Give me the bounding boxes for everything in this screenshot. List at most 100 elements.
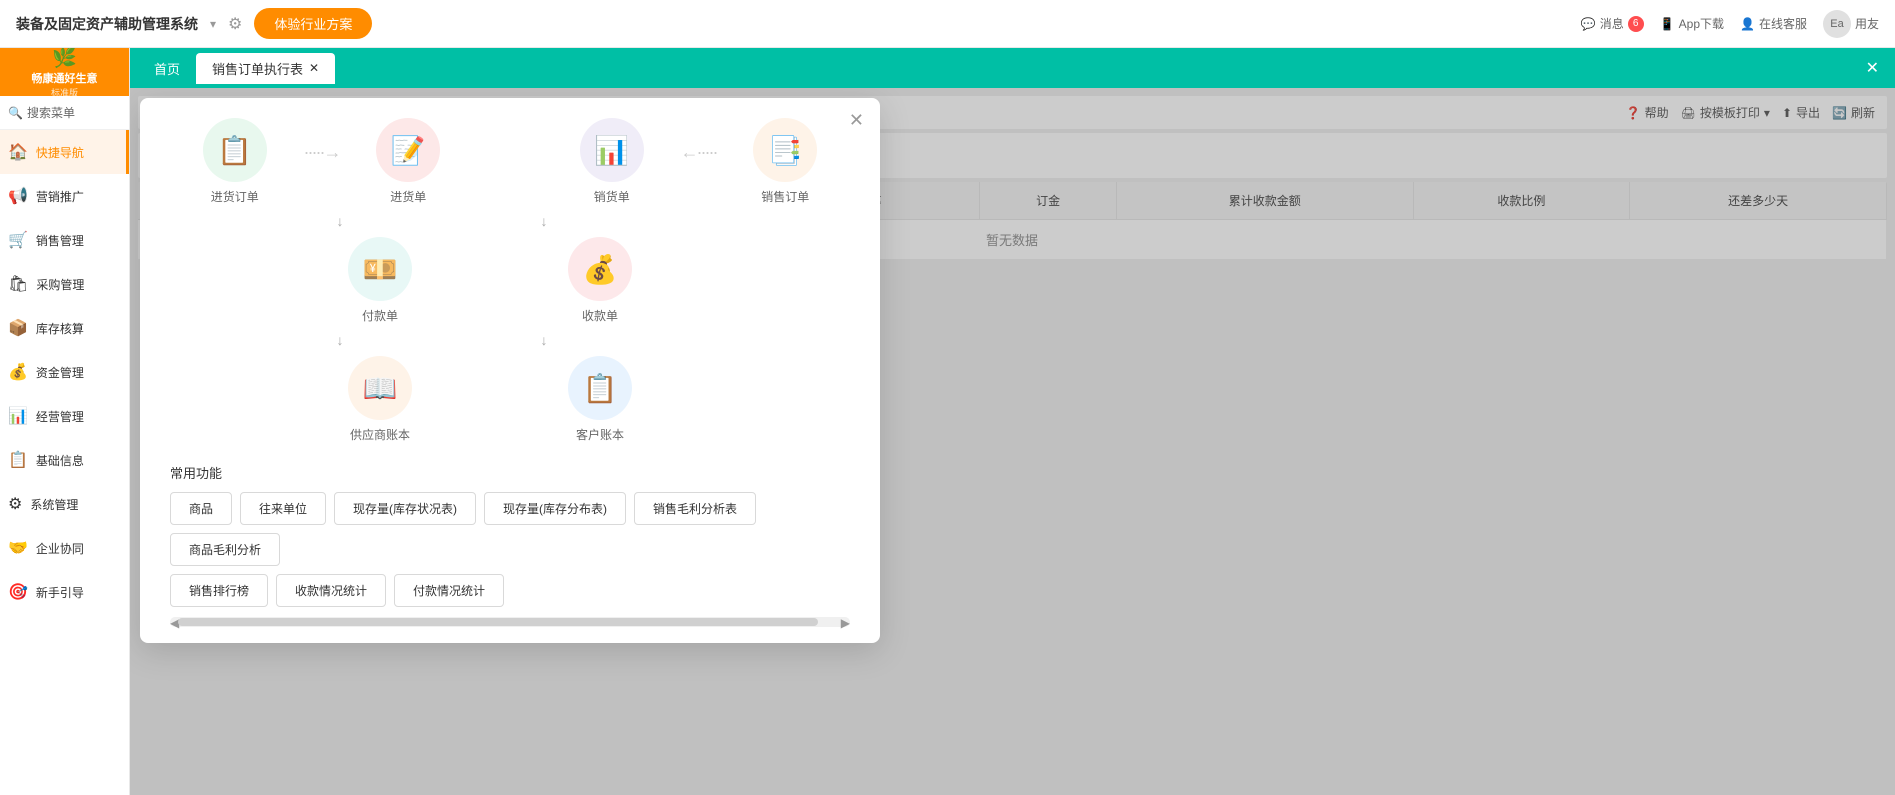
sidebar-item-purchase[interactable]: 🛍 采购管理: [0, 262, 129, 306]
flow-item-customer-ledger[interactable]: 📋 客户账本: [530, 356, 670, 443]
flow-item-sales-bill[interactable]: 📊 销货单: [547, 118, 677, 205]
scroll-right-btn[interactable]: ▶: [841, 616, 850, 630]
top-bar-right: 💬 消息 6 📱 App下载 👤 在线客服 Ea 用友: [1581, 10, 1879, 38]
common-functions: 常用功能 商品 往来单位 现存量(库存状况表) 现存量(库存分布表) 销售毛利分…: [170, 463, 850, 607]
sidebar-item-label-9: 企业协同: [36, 540, 84, 557]
user-label: 用友: [1855, 15, 1879, 32]
receipt-icon: 💰: [583, 253, 618, 286]
logo-icon: 🌿: [52, 48, 77, 70]
func-btn-inventory-dist[interactable]: 现存量(库存分布表): [484, 492, 626, 525]
customer-ledger-icon: 📋: [583, 372, 618, 405]
main-area: 🌿 畅康通好生意 标准版 🔍 搜索菜单 🏠 快捷导航 📢 营销推广 🛒 销售管理: [0, 48, 1895, 795]
sales-order-icon: 📑: [768, 134, 803, 167]
sidebar-item-basic-info[interactable]: 📋 基础信息: [0, 438, 129, 482]
payment-icon: 💴: [363, 253, 398, 286]
flow-row-2: 💴 付款单 💰 收款单: [170, 237, 850, 324]
trial-btn[interactable]: 体验行业方案: [254, 8, 372, 39]
flow-row-3: 📖 供应商账本 📋 客户账本: [170, 356, 850, 443]
gear-icon[interactable]: ⚙: [228, 14, 242, 34]
sidebar-item-label-5: 资金管理: [36, 364, 84, 381]
scrollbar-thumb[interactable]: [178, 618, 818, 626]
receipt-circle: 💰: [568, 237, 632, 301]
sales-order-circle: 📑: [753, 118, 817, 182]
user-btn[interactable]: Ea 用友: [1823, 10, 1879, 38]
purchase-order-circle: 📋: [203, 118, 267, 182]
func-btn-sales-ranking[interactable]: 销售排行榜: [170, 574, 268, 607]
message-icon: 💬: [1581, 17, 1596, 31]
operations-icon: 📊: [8, 406, 28, 426]
flow-item-sales-order[interactable]: 📑 销售订单: [720, 118, 850, 205]
func-btn-product-profit[interactable]: 商品毛利分析: [170, 533, 280, 566]
payment-circle: 💴: [348, 237, 412, 301]
arrow-down-purchase: ↓: [310, 213, 370, 229]
func-btn-inventory-status[interactable]: 现存量(库存状况表): [334, 492, 476, 525]
sidebar-item-label-8: 系统管理: [30, 496, 78, 513]
func-btn-sales-profit[interactable]: 销售毛利分析表: [634, 492, 756, 525]
message-btn[interactable]: 💬 消息 6: [1581, 15, 1644, 32]
flow-item-purchase-bill[interactable]: 📝 进货单: [343, 118, 473, 205]
payment-label: 付款单: [362, 307, 398, 324]
tab-sales-order[interactable]: 销售订单执行表 ✕: [196, 53, 335, 84]
sidebar-item-label-7: 基础信息: [36, 452, 84, 469]
service-icon: 👤: [1740, 17, 1755, 31]
func-btn-product[interactable]: 商品: [170, 492, 232, 525]
sidebar-item-tutorial[interactable]: 🎯 新手引导: [0, 570, 129, 614]
func-btn-payment-stats[interactable]: 付款情况统计: [394, 574, 504, 607]
supplier-ledger-label: 供应商账本: [350, 426, 410, 443]
common-title: 常用功能: [170, 463, 850, 482]
sidebar-item-inventory[interactable]: 📦 库存核算: [0, 306, 129, 350]
app-download-label: App下载: [1679, 15, 1724, 32]
sidebar-item-label-3: 采购管理: [36, 276, 84, 293]
flow-item-receipt[interactable]: 💰 收款单: [530, 237, 670, 324]
purchase-bill-icon: 📝: [391, 134, 426, 167]
sales-order-label: 销售订单: [761, 188, 809, 205]
sidebar-item-operations[interactable]: 📊 经营管理: [0, 394, 129, 438]
purchase-order-icon: 📋: [217, 134, 252, 167]
flow-item-supplier-ledger[interactable]: 📖 供应商账本: [310, 356, 450, 443]
sidebar-item-label-0: 快捷导航: [36, 144, 84, 161]
purchase-bill-label: 进货单: [390, 188, 426, 205]
sidebar-item-quick-nav[interactable]: 🏠 快捷导航: [0, 130, 129, 174]
window-close-btn[interactable]: ✕: [1858, 54, 1887, 82]
tab-sales-order-label: 销售订单执行表: [212, 59, 303, 78]
sidebar-search[interactable]: 🔍 搜索菜单: [0, 96, 129, 130]
flow-item-purchase-order[interactable]: 📋 进货订单: [170, 118, 300, 205]
content-area: 首页 销售订单执行表 ✕ ✕ ❓ 帮助 🖨 按: [130, 48, 1895, 795]
sidebar-item-label-6: 经营管理: [36, 408, 84, 425]
flow-item-payment[interactable]: 💴 付款单: [310, 237, 450, 324]
sidebar-item-sales[interactable]: 🛒 销售管理: [0, 218, 129, 262]
page-content: ❓ 帮助 🖨 按模板打印 ▾ ⬆ 导出 🔄 刷新: [130, 88, 1895, 795]
supplier-ledger-icon: 📖: [363, 372, 398, 405]
app-download-btn[interactable]: 📱 App下载: [1660, 15, 1724, 32]
tab-home[interactable]: 首页: [138, 53, 196, 84]
marketing-icon: 📢: [8, 186, 28, 206]
sales-bill-icon: 📊: [594, 134, 629, 167]
modal-close-btn[interactable]: ✕: [849, 110, 864, 131]
sales-bill-label: 销货单: [594, 188, 630, 205]
sidebar-logo: 🌿 畅康通好生意 标准版: [0, 48, 129, 96]
customer-ledger-label: 客户账本: [576, 426, 624, 443]
message-badge: 6: [1628, 16, 1644, 32]
arrow-down-payment: ↓: [310, 332, 370, 348]
modal-scrollbar[interactable]: ◀ ▶: [170, 617, 850, 627]
top-bar-left: 装备及固定资产辅助管理系统 ▾ ⚙ 体验行业方案: [16, 8, 372, 39]
online-service-label: 在线客服: [1759, 15, 1807, 32]
search-icon: 🔍: [8, 106, 23, 120]
sidebar-item-marketing[interactable]: 📢 营销推广: [0, 174, 129, 218]
sales-bill-circle: 📊: [580, 118, 644, 182]
purchase-icon: 🛍: [8, 274, 28, 294]
sidebar-item-system[interactable]: ⚙ 系统管理: [0, 482, 129, 526]
tab-close-icon[interactable]: ✕: [309, 61, 319, 75]
func-btn-contacts[interactable]: 往来单位: [240, 492, 326, 525]
basic-info-icon: 📋: [8, 450, 28, 470]
arrow-left-1: ←·····: [680, 142, 716, 181]
purchase-order-label: 进货订单: [211, 188, 259, 205]
online-service-btn[interactable]: 👤 在线客服: [1740, 15, 1807, 32]
sidebar-item-finance[interactable]: 💰 资金管理: [0, 350, 129, 394]
sidebar-item-enterprise[interactable]: 🤝 企业协同: [0, 526, 129, 570]
sys-dropdown-icon[interactable]: ▾: [210, 17, 216, 31]
flow-arrows-row: ↓ ↓: [170, 213, 850, 229]
home-icon: 🏠: [8, 142, 28, 162]
top-bar: 装备及固定资产辅助管理系统 ▾ ⚙ 体验行业方案 💬 消息 6 📱 App下载 …: [0, 0, 1895, 48]
func-btn-receipt-stats[interactable]: 收款情况统计: [276, 574, 386, 607]
